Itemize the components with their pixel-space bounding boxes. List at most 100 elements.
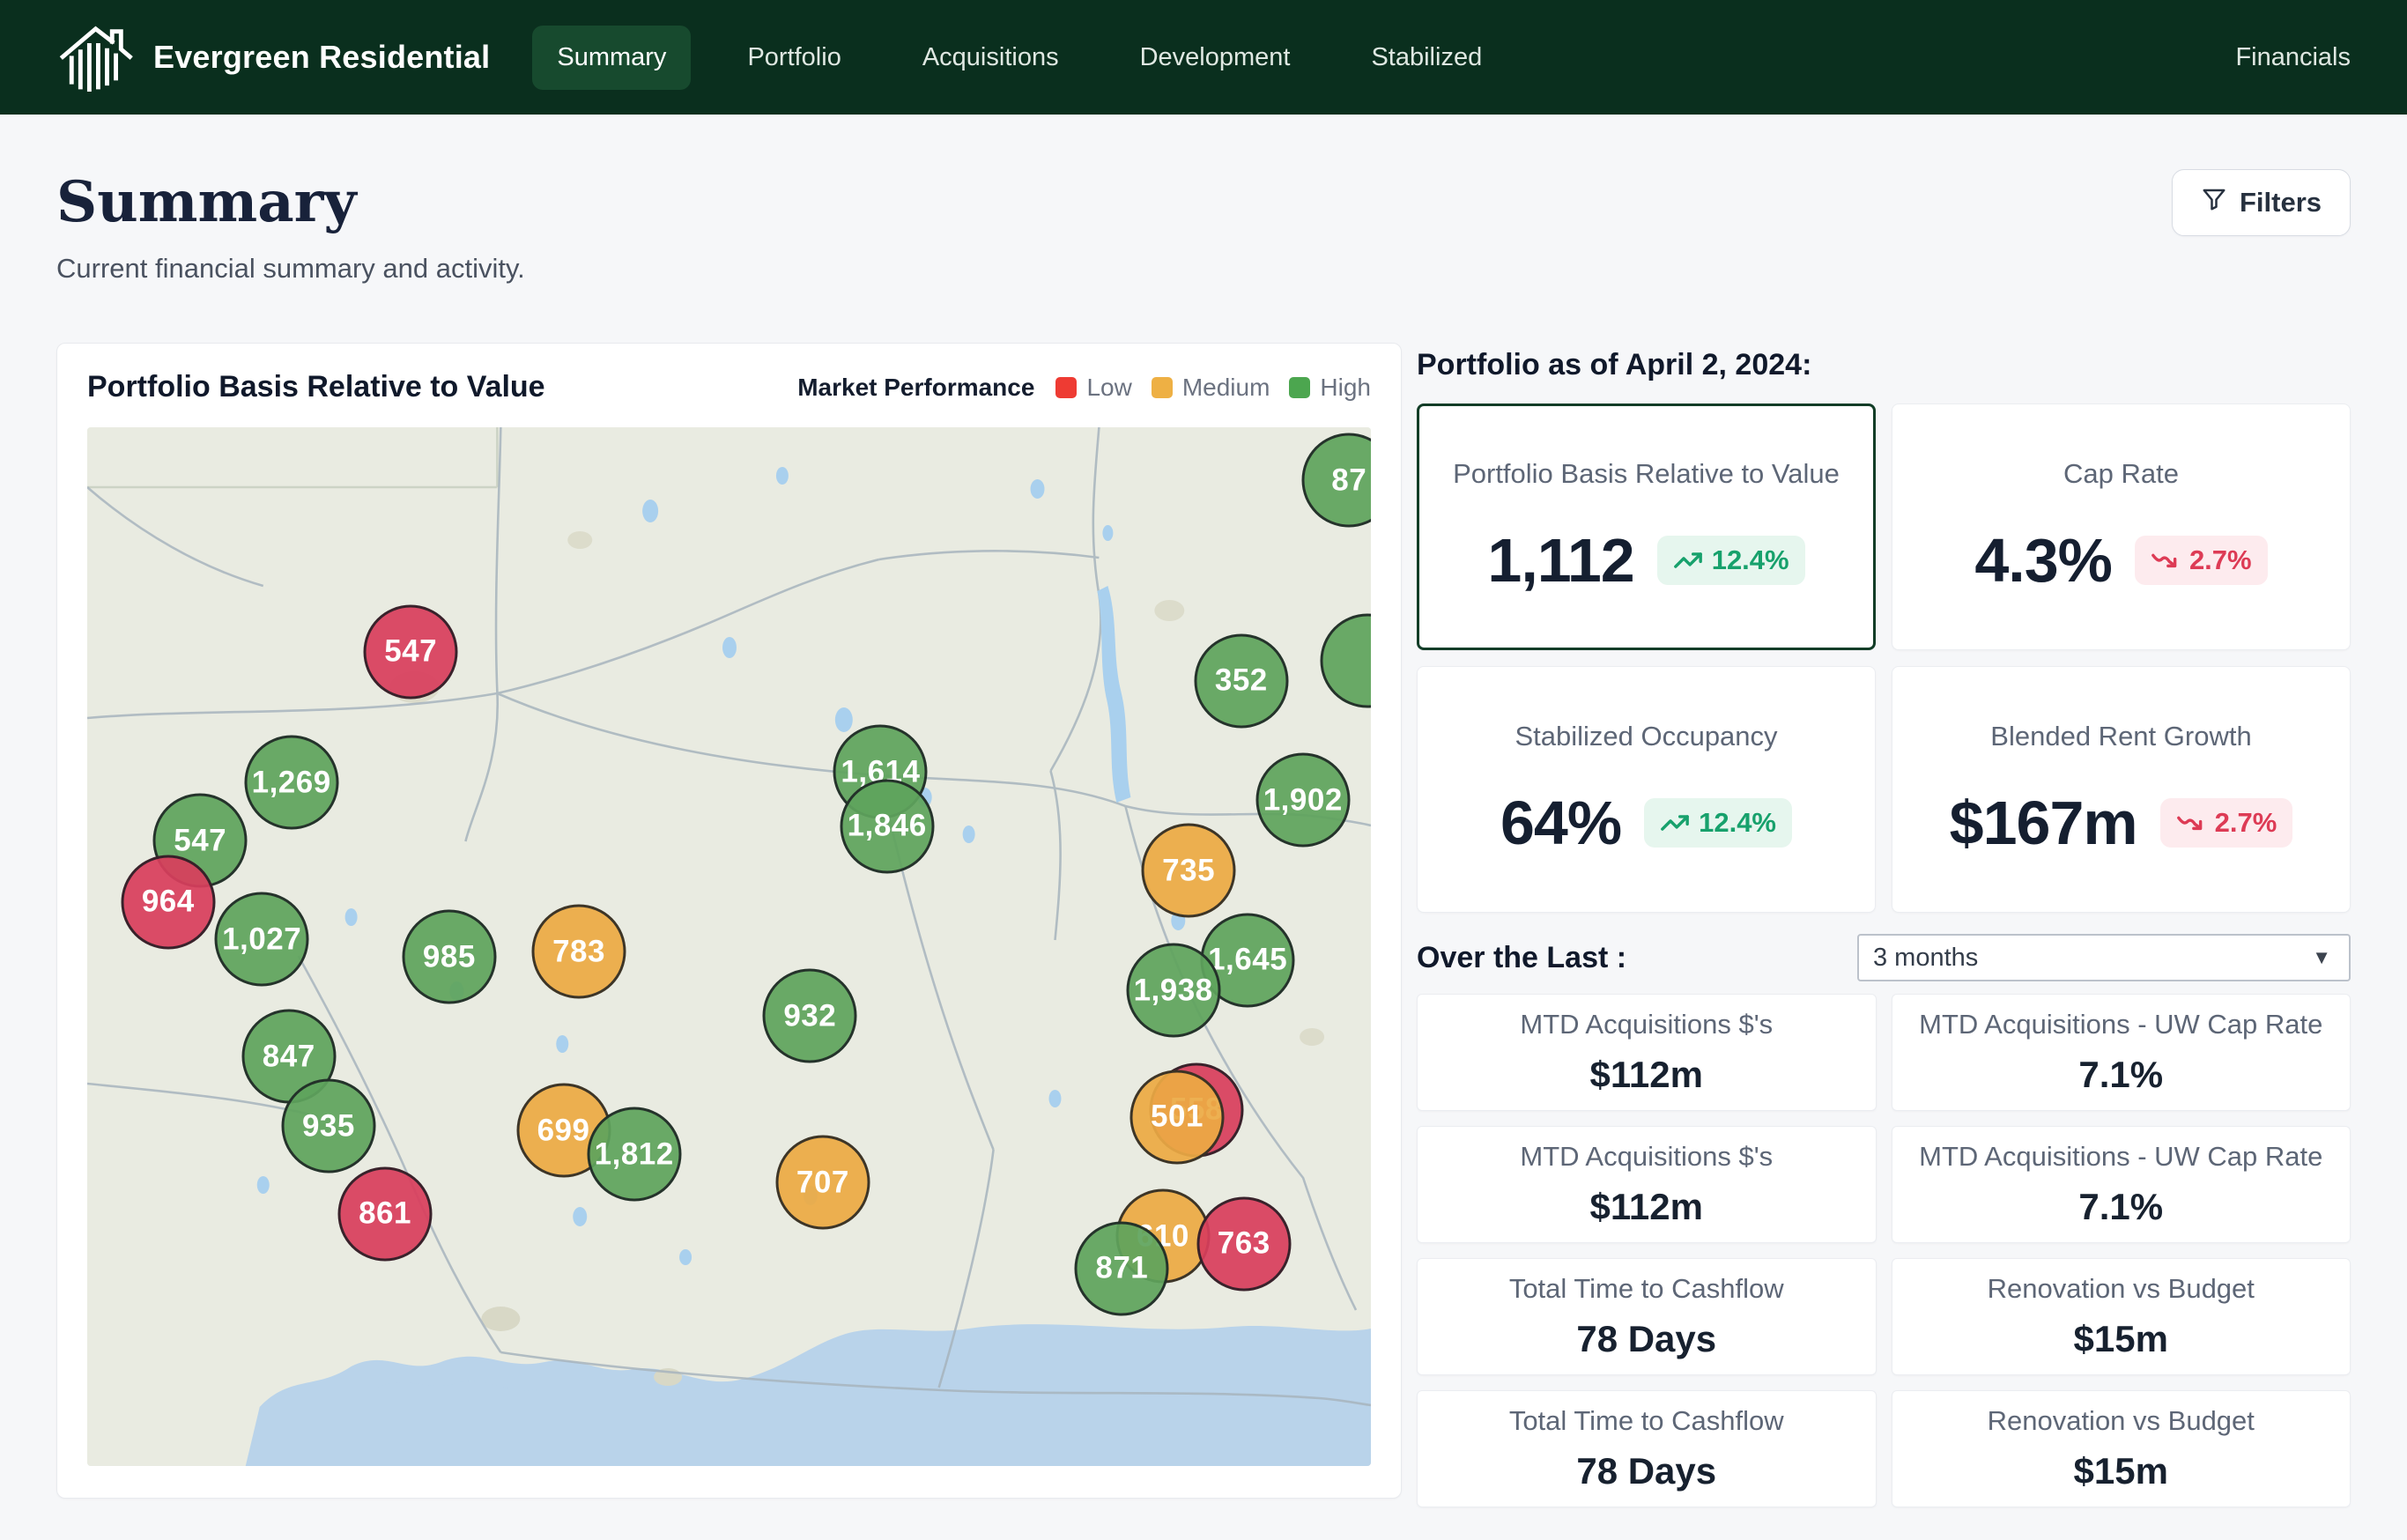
kpi-value: $167m — [1949, 789, 2138, 857]
map-bubble[interactable]: 1,938 — [1126, 943, 1221, 1038]
map-bubble-value: 87 — [1331, 463, 1367, 498]
portfolio-panel: Portfolio as of April 2, 2024: Portfolio… — [1417, 343, 2351, 1507]
kpi-value: 4.3% — [1974, 526, 2113, 595]
map-bubble[interactable]: 352 — [1194, 633, 1289, 729]
brand-name: Evergreen Residential — [153, 39, 491, 75]
portfolio-heading: Portfolio as of April 2, 2024: — [1417, 348, 1812, 381]
time-range-select[interactable]: 3 months ▼ — [1857, 934, 2351, 981]
brand[interactable]: Evergreen Residential — [56, 19, 490, 96]
map-bubble[interactable]: 501 — [1129, 1070, 1225, 1165]
nav-item-portfolio[interactable]: Portfolio — [722, 26, 865, 90]
map-bubble[interactable]: 547 — [363, 604, 458, 700]
kpi-card-portfolio-basis[interactable]: Portfolio Basis Relative to Value 1,112 … — [1417, 404, 1876, 650]
legend-title: Market Performance — [797, 373, 1035, 401]
map-bubble-value: 707 — [796, 1165, 849, 1200]
legend-swatch-medium — [1151, 376, 1173, 398]
legend-item-high: High — [1289, 374, 1371, 402]
stat-card-uw-cap-rate-1: MTD Acquisitions - UW Cap Rate 7.1% — [1891, 994, 2351, 1111]
map-bubble[interactable]: 871 — [1074, 1221, 1169, 1316]
nav-item-acquisitions[interactable]: Acquisitions — [898, 26, 1084, 90]
kpi-delta-badge: 2.7% — [2159, 798, 2293, 848]
map-bubble-value: 932 — [783, 998, 837, 1033]
map-bubble[interactable]: 1,269 — [244, 735, 339, 830]
map-bubble-value: 985 — [422, 939, 476, 974]
kpi-card-cap-rate[interactable]: Cap Rate 4.3% 2.7% — [1892, 404, 2351, 650]
kpi-card-stabilized-occupancy[interactable]: Stabilized Occupancy 64% 12.4% — [1417, 666, 1876, 913]
map-bubble-value: 352 — [1214, 663, 1268, 698]
legend-swatch-low — [1055, 376, 1078, 398]
trend-down-icon — [2151, 545, 2181, 575]
map-bubble-value: 1,846 — [847, 808, 927, 843]
map-bubble-value: 547 — [174, 823, 227, 858]
map-card: Portfolio Basis Relative to Value Market… — [56, 343, 1402, 1499]
map-bubble-value: 871 — [1095, 1250, 1149, 1285]
legend-swatch-high — [1289, 376, 1311, 398]
nav-item-development[interactable]: Development — [1115, 26, 1315, 90]
map-bubble[interactable]: 735 — [1141, 823, 1236, 918]
stat-card-mtd-acquisitions-1: MTD Acquisitions $'s $112m — [1417, 994, 1877, 1111]
kpi-card-blended-rent-growth[interactable]: Blended Rent Growth $167m 2.7% — [1892, 666, 2351, 913]
map-bubble[interactable]: 964 — [121, 855, 216, 950]
map-bubble-value: 547 — [384, 633, 438, 669]
map-bubble-value: 964 — [141, 884, 195, 919]
map-bubble-value: 501 — [1151, 1099, 1204, 1134]
map-bubble-value: 1,938 — [1133, 973, 1213, 1008]
map-bubble-value: 735 — [1162, 853, 1216, 888]
map-bubble-value: 1,902 — [1263, 782, 1343, 818]
chevron-down-icon: ▼ — [2312, 946, 2331, 968]
map-bubble-value: 1,812 — [594, 1136, 674, 1172]
map-bubble[interactable]: 1,902 — [1255, 752, 1351, 848]
map-bubble-value: 861 — [359, 1196, 411, 1231]
nav-item-stabilized[interactable]: Stabilized — [1346, 26, 1507, 90]
stat-card-time-to-cashflow-1: Total Time to Cashflow 78 Days — [1417, 1258, 1877, 1375]
map-bubble-value: 847 — [262, 1039, 315, 1074]
nav-item-summary[interactable]: Summary — [532, 25, 692, 90]
nav-item-financials[interactable]: Financials — [2235, 26, 2351, 90]
funnel-icon — [2201, 186, 2227, 219]
trend-up-icon — [1673, 545, 1703, 575]
map-bubble[interactable]: 1,027 — [214, 892, 309, 987]
map-bubble[interactable]: 1,812 — [587, 1107, 682, 1202]
map-bubble-value: 783 — [552, 934, 605, 969]
map-bubble[interactable]: 935 — [281, 1078, 376, 1174]
top-nav: Evergreen Residential Summary Portfolio … — [0, 0, 2407, 115]
map-bubble[interactable]: 985 — [402, 909, 497, 1004]
map-bubble[interactable]: 861 — [337, 1166, 433, 1261]
kpi-delta-badge: 12.4% — [1644, 798, 1792, 848]
kpi-grid: Portfolio Basis Relative to Value 1,112 … — [1417, 404, 2351, 913]
map-bubble-value: 1,027 — [222, 922, 302, 957]
map-bubble-value: 935 — [301, 1108, 355, 1144]
kpi-delta-badge: 12.4% — [1656, 536, 1805, 585]
map-bubble-value: 699 — [537, 1113, 590, 1148]
over-the-last-label: Over the Last : — [1417, 940, 1627, 974]
map-bubble[interactable]: 707 — [775, 1135, 870, 1230]
legend-item-medium: Medium — [1151, 374, 1270, 402]
stat-card-time-to-cashflow-2: Total Time to Cashflow 78 Days — [1417, 1390, 1877, 1507]
kpi-value: 64% — [1500, 789, 1622, 857]
map-bubble-value: 1,645 — [1208, 942, 1288, 977]
stats-grid: MTD Acquisitions $'s $112m MTD Acquisiti… — [1417, 994, 2351, 1507]
page-title: Summary — [56, 169, 357, 235]
stat-card-mtd-acquisitions-2: MTD Acquisitions $'s $112m — [1417, 1126, 1877, 1243]
nav-menu: Summary Portfolio Acquisitions Developme… — [532, 25, 1507, 90]
trend-up-icon — [1660, 808, 1690, 838]
page-subtitle: Current financial summary and activity. — [56, 253, 525, 284]
market-performance-legend: Market Performance Low Medium High — [797, 374, 1371, 402]
map-bubble[interactable]: 932 — [762, 968, 857, 1063]
stat-card-renovation-vs-budget-1: Renovation vs Budget $15m — [1891, 1258, 2351, 1375]
portfolio-map[interactable]: 87 352 1,902 1,614 1,846 735 1,645 1,938 — [87, 427, 1371, 1466]
map-bubble-value: 763 — [1217, 1225, 1270, 1261]
legend-item-low: Low — [1055, 374, 1132, 402]
stat-card-uw-cap-rate-2: MTD Acquisitions - UW Cap Rate 7.1% — [1891, 1126, 2351, 1243]
kpi-delta-badge: 2.7% — [2134, 536, 2268, 585]
map-bubble[interactable]: 763 — [1196, 1196, 1292, 1292]
map-bubble-value: 1,269 — [251, 765, 331, 800]
trend-down-icon — [2176, 808, 2206, 838]
kpi-value: 1,112 — [1487, 526, 1634, 595]
stat-card-renovation-vs-budget-2: Renovation vs Budget $15m — [1891, 1390, 2351, 1507]
map-card-title: Portfolio Basis Relative to Value — [87, 370, 545, 404]
filters-button[interactable]: Filters — [2171, 169, 2351, 236]
evergreen-house-logo-icon — [56, 19, 137, 96]
map-bubble[interactable]: 1,846 — [840, 779, 935, 874]
map-bubble[interactable]: 783 — [531, 904, 626, 999]
